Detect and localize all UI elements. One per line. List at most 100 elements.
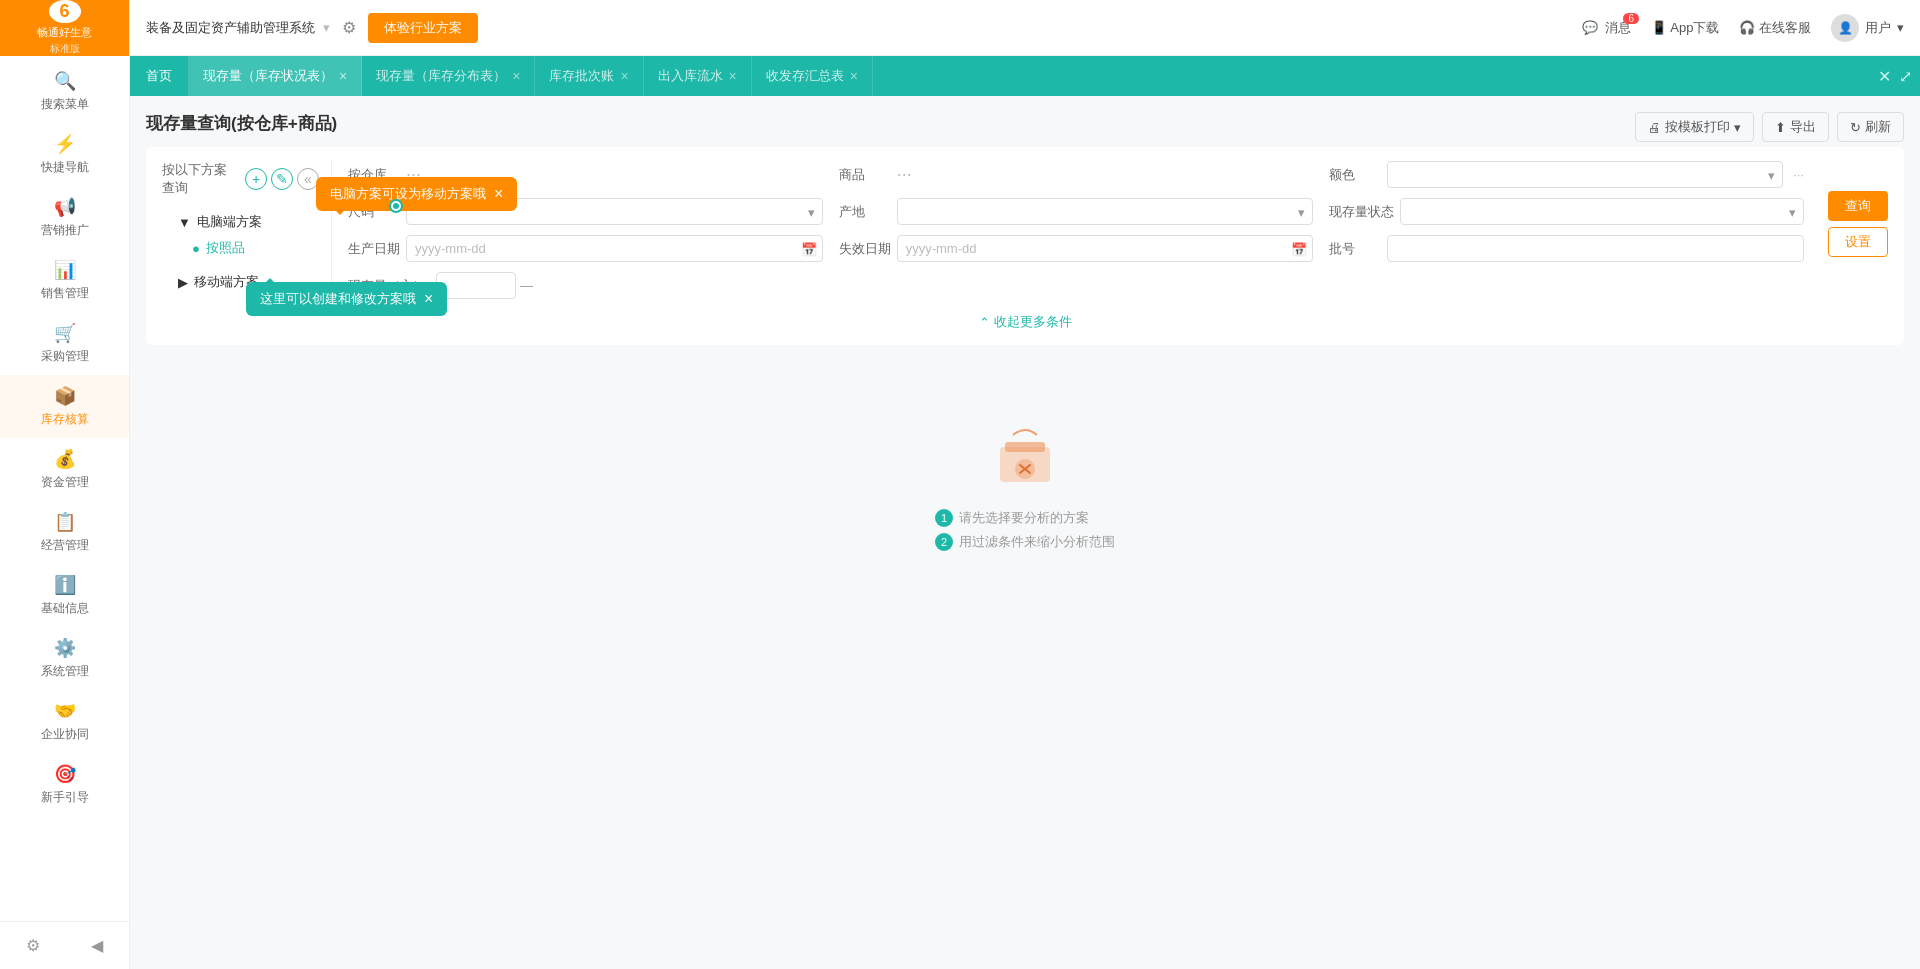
tabbar: 首页 现存量（库存状况表） × 现存量（库存分布表） × 库存批次账 × 出入库… [130, 56, 1920, 96]
system-icon: ⚙️ [54, 637, 76, 659]
filter-row-2: 尺码 产地 [348, 198, 1804, 225]
sidebar-item-label: 企业协同 [41, 726, 89, 743]
management-icon: 📋 [54, 511, 76, 533]
notif-badge: 6 [1623, 13, 1639, 24]
close-tab-3[interactable]: × [620, 68, 628, 84]
calendar-icon-1[interactable]: 📅 [801, 241, 817, 256]
bell-icon: 💬 [1582, 20, 1598, 35]
sidebar-item-search[interactable]: 🔍 搜索菜单 [0, 60, 129, 123]
batch-input[interactable] [1387, 235, 1804, 262]
content-actions: 🖨 按模板打印 ▾ ⬆ 导出 ↻ 刷新 [1635, 112, 1904, 142]
dot-indicator [391, 201, 401, 211]
logo-text: 畅通好生意 [37, 25, 92, 40]
filter-row-4: 现存量（主） — [348, 272, 1804, 299]
range-separator: — [520, 278, 533, 293]
close-tooltip-orange[interactable]: × [494, 185, 503, 203]
sidebar-item-enterprise[interactable]: 🤝 企业协同 [0, 690, 129, 753]
content-area: 现存量查询(按仓库+商品) 🖨 按模板打印 ▾ ⬆ 导出 ↻ 刷新 [130, 96, 1920, 969]
marketing-icon: 📢 [54, 196, 76, 218]
batch-label: 批号 [1329, 240, 1381, 258]
close-tab-1[interactable]: × [339, 68, 347, 84]
sidebar-item-marketing[interactable]: 📢 营销推广 [0, 186, 129, 249]
inventory-icon: 📦 [54, 385, 76, 407]
tab-inventory-status[interactable]: 现存量（库存状况表） × [189, 56, 362, 96]
empty-tips: 1 请先选择要分析的方案 2 用过滤条件来缩小分析范围 [935, 509, 1115, 557]
filter-stock-state: 现存量状态 [1329, 198, 1804, 225]
stock-state-select[interactable] [1400, 198, 1804, 225]
gear-icon[interactable]: ⚙ [342, 18, 356, 37]
app-download-btn[interactable]: 📱 App下载 [1651, 19, 1719, 37]
search-btns: 查询 设置 [1828, 161, 1888, 257]
sidebar-item-quicknav[interactable]: ⚡ 快捷导航 [0, 123, 129, 186]
sidebar-item-label: 营销推广 [41, 222, 89, 239]
filter-row-1: 按仓库 ··· 商品 ··· 额色 [348, 161, 1804, 188]
add-scheme-btn[interactable]: + [245, 168, 267, 190]
close-tooltip-green[interactable]: × [424, 290, 433, 308]
tab-home[interactable]: 首页 [130, 56, 189, 96]
filter-fields-panel: 按仓库 ··· 商品 ··· 额色 [348, 161, 1804, 305]
filter-label: 按以下方案查询 [162, 161, 237, 197]
print-btn[interactable]: 🖨 按模板打印 ▾ [1635, 112, 1754, 142]
desktop-scheme-items: ● 按照品 [178, 235, 319, 261]
tab-inout-flow[interactable]: 出入库流水 × [644, 56, 752, 96]
dropdown-arrow-icon[interactable]: ▾ [323, 20, 330, 35]
filter-dots-2[interactable]: ··· [897, 164, 912, 185]
chevron-down-icon: ▾ [1897, 20, 1904, 35]
sidebar-item-management[interactable]: 📋 经营管理 [0, 501, 129, 564]
purchase-icon: 🛒 [54, 322, 76, 344]
edit-scheme-btn[interactable]: ✎ [271, 168, 293, 190]
finance-icon: 💰 [54, 448, 76, 470]
empty-icon [985, 417, 1065, 497]
sidebar-item-inventory[interactable]: 📦 库存核算 [0, 375, 129, 438]
chevron-down-icon: ▾ [1734, 120, 1741, 135]
topbar: 装备及固定资产辅助管理系统 ▾ ⚙ 体验行业方案 💬 6 消息 📱 App下载 … [130, 0, 1920, 56]
origin-select-wrap [897, 198, 1314, 225]
sidebar-item-finance[interactable]: 💰 资金管理 [0, 438, 129, 501]
settings-btn[interactable]: ⚙ [26, 936, 40, 955]
close-tab-5[interactable]: × [850, 68, 858, 84]
calendar-icon-2[interactable]: 📅 [1291, 241, 1307, 256]
color-select-wrap [1387, 161, 1783, 188]
maximize-btn[interactable]: ⤢ [1899, 67, 1912, 86]
tab-inventory-dist[interactable]: 现存量（库存分布表） × [362, 56, 535, 96]
filter-expiry-date: 失效日期 📅 [839, 235, 1314, 262]
industry-btn[interactable]: 体验行业方案 [368, 13, 478, 43]
prod-date-start[interactable] [406, 235, 823, 262]
export-btn[interactable]: ⬆ 导出 [1762, 112, 1829, 142]
quicknav-icon: ⚡ [54, 133, 76, 155]
reset-button[interactable]: 设置 [1828, 227, 1888, 257]
sidebar-item-guide[interactable]: 🎯 新手引导 [0, 753, 129, 816]
color-dots[interactable]: ··· [1793, 167, 1804, 182]
online-service-btn[interactable]: 🎧 在线客服 [1739, 19, 1811, 37]
sidebar-item-label: 新手引导 [41, 789, 89, 806]
chevron-up-icon: ⌃ [979, 315, 990, 330]
sidebar-item-label: 资金管理 [41, 474, 89, 491]
tab-summary[interactable]: 收发存汇总表 × [752, 56, 873, 96]
origin-label: 产地 [839, 203, 891, 221]
tab-batch[interactable]: 库存批次账 × [535, 56, 643, 96]
sidebar-item-purchase[interactable]: 🛒 采购管理 [0, 312, 129, 375]
user-area[interactable]: 👤 用户 ▾ [1831, 14, 1904, 42]
enterprise-icon: 🤝 [54, 700, 76, 722]
scheme-desktop-header: ▼ 电脑端方案 [178, 209, 319, 235]
sidebar-item-label: 经营管理 [41, 537, 89, 554]
scheme-item-1[interactable]: ● 按照品 [192, 235, 319, 261]
close-all-tabs-btn[interactable]: ✕ [1878, 67, 1891, 86]
export-icon: ⬆ [1775, 120, 1786, 135]
sidebar-item-basic[interactable]: ℹ️ 基础信息 [0, 564, 129, 627]
color-select[interactable] [1387, 161, 1783, 188]
expiry-date-start[interactable] [897, 235, 1314, 262]
filter-batch: 批号 [1329, 235, 1804, 262]
sidebar-item-sales[interactable]: 📊 销售管理 [0, 249, 129, 312]
search-button[interactable]: 查询 [1828, 191, 1888, 221]
close-tab-4[interactable]: × [729, 68, 737, 84]
prod-date-label: 生产日期 [348, 240, 400, 258]
close-tab-2[interactable]: × [512, 68, 520, 84]
svg-rect-1 [1005, 442, 1045, 452]
refresh-btn[interactable]: ↻ 刷新 [1837, 112, 1904, 142]
origin-select[interactable] [897, 198, 1314, 225]
sidebar-item-system[interactable]: ⚙️ 系统管理 [0, 627, 129, 690]
collapse-sidebar-btn[interactable]: ◀ [91, 936, 103, 955]
stock-qty-min[interactable] [436, 272, 516, 299]
notif-bell[interactable]: 💬 6 消息 [1582, 19, 1632, 37]
